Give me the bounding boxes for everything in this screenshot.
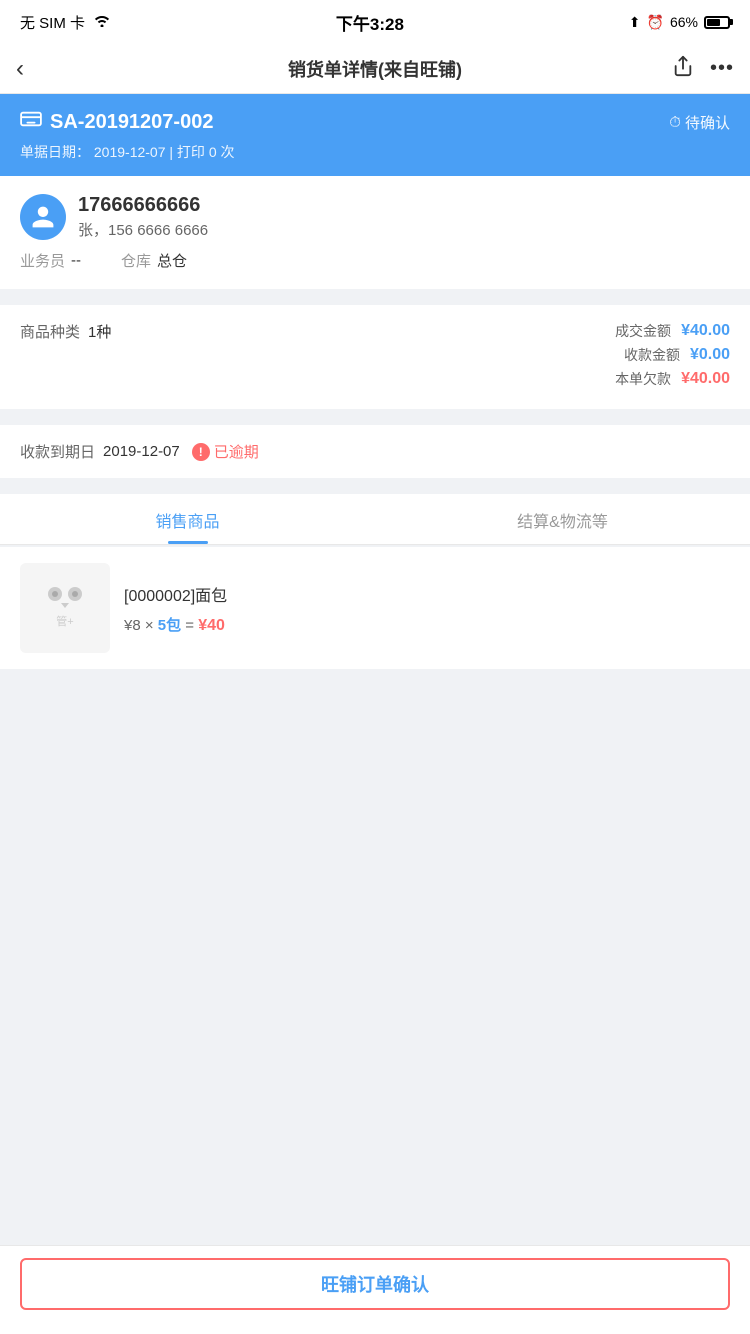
alarm-icon: ⏰ [647, 14, 664, 31]
status-text: 待确认 [685, 112, 730, 133]
share-icon[interactable] [672, 55, 694, 83]
tab-settlement[interactable]: 结算&物流等 [375, 494, 750, 544]
customer-header: 17666666666 张，156 6666 6666 [20, 194, 730, 240]
empty-area [0, 669, 750, 849]
status-time: 下午3:28 [336, 10, 404, 35]
due-label: 收款到期日 [20, 441, 95, 462]
owl-beak [61, 603, 69, 608]
warehouse-label: 仓库 [121, 250, 151, 271]
tab-settlement-label: 结算&物流等 [517, 514, 608, 531]
overdue-text: 已逾期 [214, 441, 259, 462]
battery-percent: 66% [670, 14, 698, 30]
customer-card: 17666666666 张，156 6666 6666 业务员 -- 仓库 总仓 [0, 176, 750, 289]
owl-pupil-left [52, 591, 58, 597]
owl-eyes [48, 587, 82, 601]
owl-eye-left [48, 587, 62, 601]
product-quantity: 5包 [158, 617, 181, 634]
print-unit: 次 [221, 144, 235, 160]
avatar [20, 194, 66, 240]
order-date-value: 2019-12-07 [94, 144, 166, 160]
product-total: ¥40 [198, 617, 225, 634]
battery-indicator [704, 16, 730, 29]
order-status: ⏱ 待确认 [669, 112, 730, 133]
page-title: 销货单详情(来自旺铺) [288, 56, 462, 82]
tab-sales-products[interactable]: 销售商品 [0, 494, 375, 544]
warehouse-value: 总仓 [157, 250, 187, 271]
received-label: 收款金额 [624, 345, 680, 365]
divider-2 [0, 417, 750, 425]
owl-logo: 管+ [48, 587, 82, 629]
salesperson-label: 业务员 [20, 250, 65, 271]
summary-card: 商品种类 1种 成交金额 ¥40.00 收款金额 ¥0.00 本单欠款 ¥40.… [0, 305, 750, 409]
status-clock-icon: ⏱ [669, 114, 681, 131]
price-formula: ¥8 × [124, 617, 158, 634]
product-name: [0000002]面包 [124, 582, 730, 606]
customer-phone: 17666666666 [78, 194, 208, 217]
print-label: | 打印 [169, 144, 205, 160]
debt-row: 本单欠款 ¥40.00 [615, 369, 730, 389]
order-icon [20, 110, 42, 134]
product-info: [0000002]面包 ¥8 × 5包 = ¥40 [124, 582, 730, 635]
product-price-row: ¥8 × 5包 = ¥40 [124, 614, 730, 635]
overdue-badge: ! 已逾期 [192, 441, 259, 462]
customer-meta: 业务员 -- 仓库 总仓 [20, 250, 730, 271]
summary-row: 商品种类 1种 成交金额 ¥40.00 收款金额 ¥0.00 本单欠款 ¥40.… [20, 321, 730, 393]
product-kind-value: 1种 [88, 321, 111, 342]
warehouse-item: 仓库 总仓 [121, 250, 187, 271]
nav-bar: ‹ 销货单详情(来自旺铺) ••• [0, 44, 750, 94]
customer-name: 张，156 6666 6666 [78, 219, 208, 240]
divider-3 [0, 486, 750, 494]
status-bar: 无 SIM 卡 下午3:28 ⬆ ⏰ 66% [0, 0, 750, 44]
amount-value: ¥40.00 [681, 322, 730, 340]
confirm-button[interactable]: 旺铺订单确认 [20, 1258, 730, 1310]
status-left: 无 SIM 卡 [20, 12, 111, 33]
equals-sign: = [181, 617, 198, 634]
received-value: ¥0.00 [690, 346, 730, 364]
status-right: ⬆ ⏰ 66% [629, 14, 730, 31]
product-item: 管+ [0000002]面包 ¥8 × 5包 = ¥40 [0, 547, 750, 669]
wifi-icon [93, 13, 111, 31]
summary-left: 商品种类 1种 [20, 321, 111, 342]
owl-eye-right [68, 587, 82, 601]
debt-value: ¥40.00 [681, 370, 730, 388]
nav-actions: ••• [672, 55, 734, 83]
more-icon[interactable]: ••• [710, 57, 734, 80]
location-icon: ⬆ [629, 14, 641, 31]
amount-label: 成交金额 [615, 321, 671, 341]
tab-sales-label: 销售商品 [155, 514, 219, 531]
due-date-value: 2019-12-07 [103, 443, 180, 460]
tabs-bar: 销售商品 结算&物流等 [0, 494, 750, 545]
bottom-bar: 旺铺订单确认 [0, 1245, 750, 1334]
back-button[interactable]: ‹ [16, 55, 56, 83]
date-label: 单据日期： [20, 144, 90, 160]
order-date-row: 单据日期： 2019-12-07 | 打印 0 次 [20, 142, 730, 162]
received-row: 收款金额 ¥0.00 [615, 345, 730, 365]
print-count: 0 [209, 144, 217, 160]
product-kind-label: 商品种类 [20, 321, 80, 342]
order-header: SA-20191207-002 ⏱ 待确认 单据日期： 2019-12-07 |… [0, 94, 750, 176]
summary-right: 成交金额 ¥40.00 收款金额 ¥0.00 本单欠款 ¥40.00 [615, 321, 730, 393]
salesperson-item: 业务员 -- [20, 250, 81, 271]
divider-1 [0, 297, 750, 305]
owl-plus: 管+ [56, 613, 73, 629]
salesperson-value: -- [71, 252, 81, 269]
order-number-row: SA-20191207-002 [20, 110, 213, 134]
product-section: 管+ [0000002]面包 ¥8 × 5包 = ¥40 [0, 547, 750, 669]
product-thumbnail: 管+ [20, 563, 110, 653]
amount-row: 成交金额 ¥40.00 [615, 321, 730, 341]
order-number: SA-20191207-002 [50, 111, 213, 134]
carrier-text: 无 SIM 卡 [20, 12, 85, 33]
owl-pupil-right [72, 591, 78, 597]
overdue-icon: ! [192, 443, 210, 461]
due-card: 收款到期日 2019-12-07 ! 已逾期 [0, 425, 750, 478]
debt-label: 本单欠款 [615, 369, 671, 389]
